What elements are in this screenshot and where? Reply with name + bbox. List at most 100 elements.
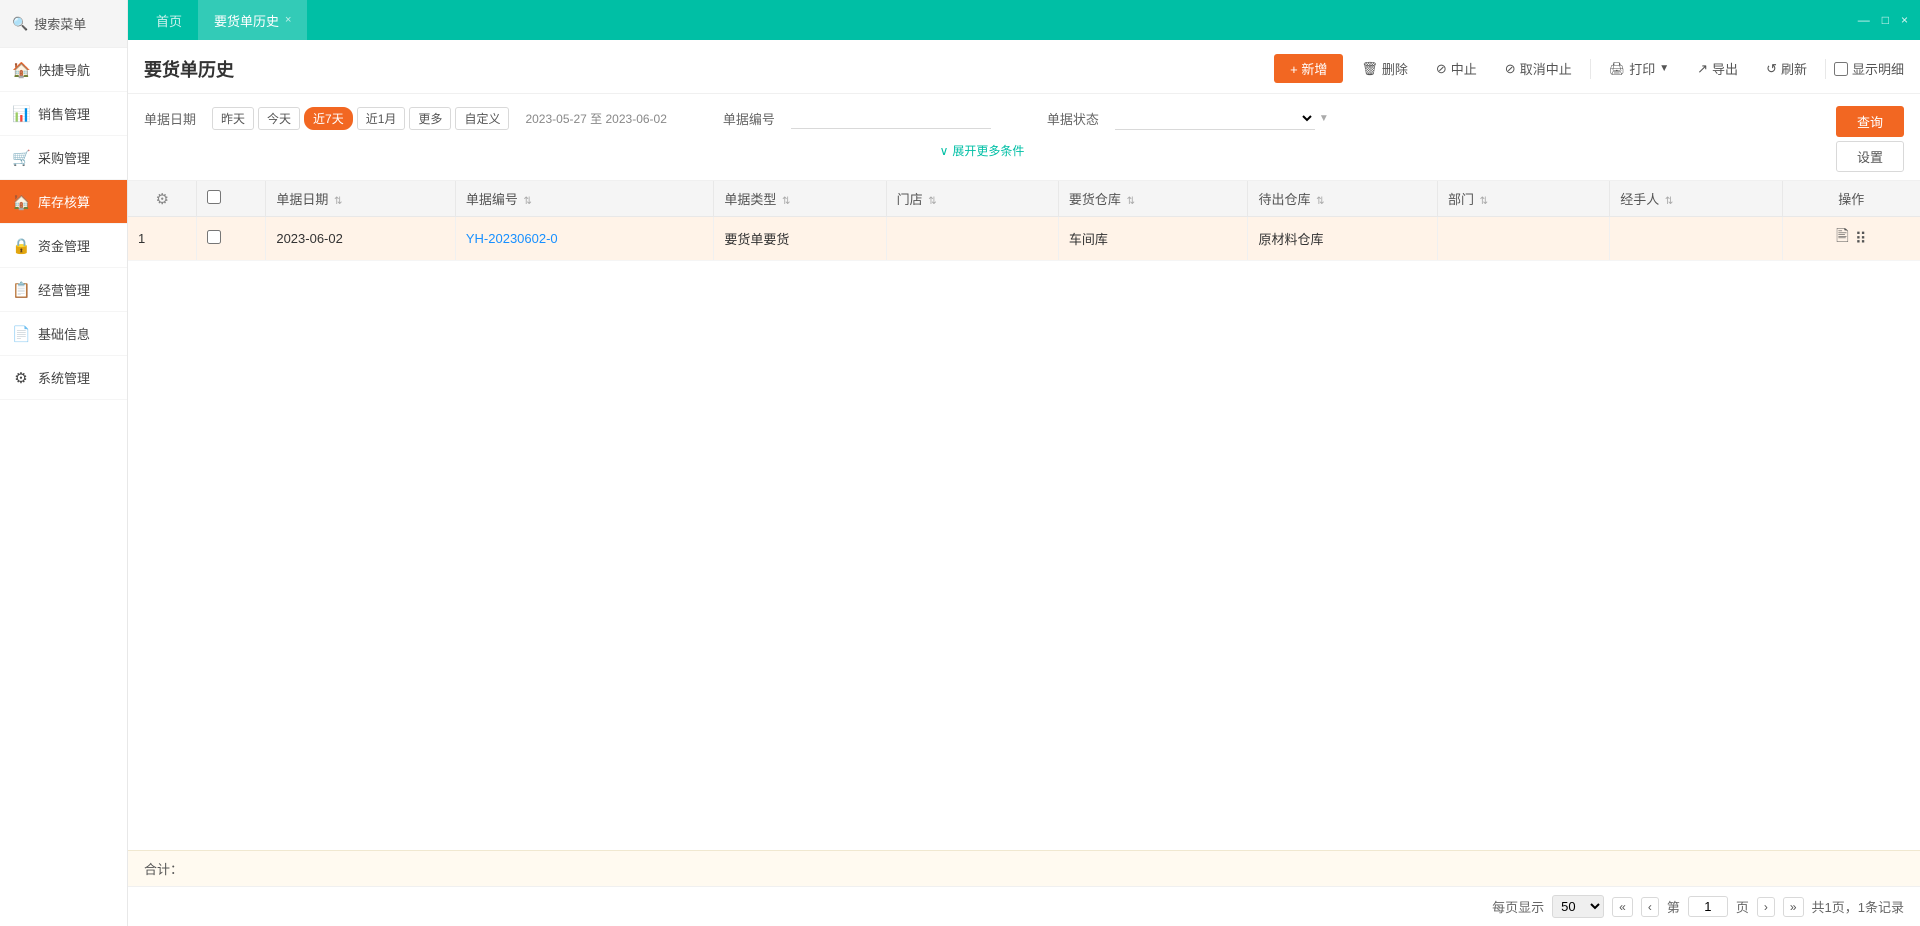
- sales-icon: 📊: [12, 105, 30, 123]
- sidebar-item-sales[interactable]: 📊销售管理: [0, 92, 127, 136]
- toolbar-divider-1: [1590, 59, 1591, 79]
- date-btn-近1月[interactable]: 近1月: [357, 107, 406, 130]
- th-store-label: 门店: [897, 192, 923, 207]
- th-type-sort-icon[interactable]: ⇅: [782, 196, 790, 207]
- expand-more-btn[interactable]: ∨ 展开更多条件: [144, 138, 1820, 163]
- sidebar-item-basic[interactable]: 📄 基础信息: [0, 312, 127, 356]
- doc-number-input[interactable]: [791, 107, 991, 129]
- cancel-stop-button-label: 取消中止: [1520, 59, 1572, 78]
- th-store-sort-icon[interactable]: ⇅: [928, 196, 936, 207]
- sidebar-item-operations[interactable]: 📋经营管理: [0, 268, 127, 312]
- refresh-button-label: 刷新: [1781, 59, 1807, 78]
- th-op-label: 操作: [1838, 192, 1864, 207]
- sidebar-item-home[interactable]: 🏠 快捷导航: [0, 48, 127, 92]
- date-btn-近7天[interactable]: 近7天: [304, 107, 353, 130]
- settings-button[interactable]: 设置: [1836, 141, 1904, 172]
- table-settings-icon[interactable]: ⚙: [155, 191, 168, 208]
- row-more-icon-0[interactable]: ⠿: [1855, 229, 1867, 249]
- th-to-wh-sort-icon[interactable]: ⇅: [1316, 196, 1324, 207]
- display-detail-label: 显示明细: [1852, 59, 1904, 78]
- sidebar-item-inventory[interactable]: 🏠库存核算: [0, 180, 127, 224]
- new-button-label: + 新增: [1290, 59, 1327, 78]
- status-dropdown-icon: ▼: [1319, 113, 1329, 124]
- main-area: 首页 要货单历史 × — □ × 要货单历史 + 新增 🗑 删除: [128, 0, 1920, 926]
- th-store: 门店 ⇅: [886, 181, 1058, 217]
- th-to-wh-label: 待出仓库: [1258, 192, 1310, 207]
- date-btn-今天[interactable]: 今天: [258, 107, 300, 130]
- cell-check-0: [197, 217, 266, 261]
- sidebar: 🔍 搜索菜单 🏠 快捷导航 📊销售管理🛒采购管理🏠库存核算🔒资金管理📋经营管理 📄 基础…: [0, 0, 128, 926]
- th-checkbox: [197, 181, 266, 217]
- basic-icon: 📄: [12, 325, 30, 343]
- print-dropdown-icon: ▼: [1659, 63, 1669, 74]
- next-page-btn[interactable]: ›: [1757, 897, 1775, 917]
- summary-label: 合计：: [144, 862, 183, 877]
- th-date-sort-icon[interactable]: ⇅: [334, 196, 342, 207]
- tab-close-icon[interactable]: ×: [285, 14, 291, 26]
- sidebar-search[interactable]: 🔍 搜索菜单: [0, 0, 127, 48]
- display-detail-wrap: 显示明细: [1834, 59, 1904, 78]
- code-link-0[interactable]: YH-20230602-0: [466, 231, 558, 246]
- th-dept: 部门 ⇅: [1437, 181, 1609, 217]
- print-button[interactable]: 🖨 打印 ▼: [1599, 54, 1679, 83]
- window-close-btn[interactable]: ×: [1901, 13, 1908, 27]
- delete-button[interactable]: 🗑 删除: [1351, 54, 1418, 83]
- status-select[interactable]: [1115, 106, 1315, 130]
- sidebar-search-label: 搜索菜单: [34, 14, 86, 33]
- query-button[interactable]: 查询: [1836, 106, 1904, 137]
- expand-more-label: 展开更多条件: [952, 142, 1024, 159]
- cell-store-0: [886, 217, 1058, 261]
- doc-number-label: 单据编号: [723, 109, 775, 128]
- th-date-label: 单据日期: [276, 192, 328, 207]
- export-icon: ↗: [1697, 61, 1708, 77]
- export-button[interactable]: ↗ 导出: [1687, 54, 1748, 83]
- select-all-checkbox[interactable]: [207, 190, 221, 204]
- tab-home-label: 首页: [156, 11, 182, 30]
- tab-home[interactable]: 首页: [140, 0, 198, 40]
- cancel-stop-button[interactable]: ⊘ 取消中止: [1495, 54, 1582, 83]
- sidebar-item-purchase[interactable]: 🛒采购管理: [0, 136, 127, 180]
- th-from-wh-sort-icon[interactable]: ⇅: [1127, 196, 1135, 207]
- display-detail-checkbox[interactable]: [1834, 62, 1848, 76]
- per-page-select[interactable]: 50 100 200: [1552, 895, 1604, 918]
- th-dept-sort-icon[interactable]: ⇅: [1480, 196, 1488, 207]
- finance-icon: 🔒: [12, 237, 30, 255]
- date-btn-更多[interactable]: 更多: [409, 107, 451, 130]
- sidebar-label-operations: 经营管理: [38, 280, 90, 299]
- refresh-button[interactable]: ↺ 刷新: [1756, 54, 1817, 83]
- tab-active-label: 要货单历史: [214, 11, 279, 30]
- window-maximize-btn[interactable]: □: [1882, 13, 1889, 27]
- first-page-btn[interactable]: «: [1612, 897, 1633, 917]
- pagination: 每页显示 50 100 200 « ‹ 第 页 › » 共1页，1条记录: [128, 886, 1920, 926]
- th-handler-sort-icon[interactable]: ⇅: [1665, 196, 1673, 207]
- prev-page-btn[interactable]: ‹: [1641, 897, 1659, 917]
- tab-active[interactable]: 要货单历史 ×: [198, 0, 307, 40]
- new-button[interactable]: + 新增: [1274, 54, 1343, 83]
- export-button-label: 导出: [1712, 59, 1738, 78]
- date-btn-自定义[interactable]: 自定义: [455, 107, 509, 130]
- th-settings: ⚙: [128, 181, 197, 217]
- stop-button[interactable]: ⊘ 中止: [1426, 54, 1487, 83]
- page-input[interactable]: [1688, 896, 1728, 917]
- window-minimize-btn[interactable]: —: [1858, 13, 1870, 27]
- row-view-icon-0[interactable]: 🖹: [1836, 225, 1849, 252]
- home-icon: 🏠: [12, 61, 30, 79]
- sidebar-label-basic: 基础信息: [38, 324, 90, 343]
- topbar-right: — □ ×: [1858, 13, 1908, 27]
- cell-date-0: 2023-06-02: [266, 217, 456, 261]
- table-wrapper: ⚙ 单据日期 ⇅ 单据编号 ⇅: [128, 181, 1920, 850]
- th-date: 单据日期 ⇅: [266, 181, 456, 217]
- row-checkbox-0[interactable]: [207, 230, 221, 244]
- th-code-sort-icon[interactable]: ⇅: [524, 196, 532, 207]
- cell-num-0: 1: [128, 217, 197, 261]
- filter-row-1: 单据日期 昨天今天近7天近1月更多自定义 2023-05-27 至 2023-0…: [144, 106, 1820, 130]
- th-to-wh: 待出仓库 ⇅: [1248, 181, 1438, 217]
- last-page-btn[interactable]: »: [1783, 897, 1804, 917]
- table-row[interactable]: 1 2023-06-02 YH-20230602-0 要货单要货 车间库 原材料…: [128, 217, 1920, 261]
- page-go-label: 第: [1667, 897, 1680, 916]
- sidebar-item-finance[interactable]: 🔒资金管理: [0, 224, 127, 268]
- date-btn-昨天[interactable]: 昨天: [212, 107, 254, 130]
- sidebar-label-home: 快捷导航: [38, 60, 90, 79]
- stop-icon: ⊘: [1436, 61, 1447, 77]
- sidebar-item-system[interactable]: ⚙系统管理: [0, 356, 127, 400]
